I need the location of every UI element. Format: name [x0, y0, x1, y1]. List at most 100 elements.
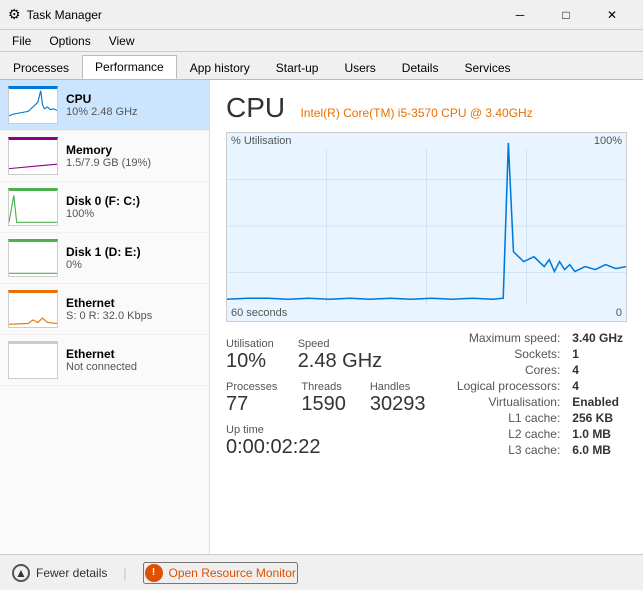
minimize-button[interactable]: ─ — [497, 0, 543, 30]
menu-file[interactable]: File — [4, 32, 39, 50]
processes-label: Processes — [226, 381, 277, 393]
chart-label-time: 60 seconds — [231, 307, 287, 319]
menu-options[interactable]: Options — [41, 32, 98, 50]
sidebar-item-eth1[interactable]: Ethernet S: 0 R: 32.0 Kbps — [0, 284, 209, 335]
menu-bar: File Options View — [0, 30, 643, 52]
footer: ▲ Fewer details | ! Open Resource Monito… — [0, 554, 643, 590]
utilisation-value: 10% — [226, 350, 274, 373]
cpu-chart-svg — [227, 133, 626, 321]
eth1-mini-chart — [8, 290, 58, 328]
stat-speed: Speed 2.48 GHz — [298, 338, 382, 373]
left-stats: Utilisation 10% Speed 2.48 GHz Processes… — [226, 330, 453, 459]
tab-app-history[interactable]: App history — [177, 55, 263, 79]
fewer-details-icon: ▲ — [12, 564, 30, 582]
stats-row-2: Processes 77 Threads 1590 Handles 30293 — [226, 381, 453, 416]
disk1-name: Disk 1 (D: E:) — [66, 245, 201, 259]
uptime-label: Up time — [226, 424, 453, 436]
app-title: Task Manager — [27, 8, 102, 22]
utilisation-label: Utilisation — [226, 338, 274, 350]
stat-row-sockets: Sockets:1 — [453, 346, 627, 362]
disk1-mini-chart — [8, 239, 58, 277]
main-area: CPU 10% 2.48 GHz Memory 1.5/7.9 GB (19%) — [0, 80, 643, 554]
window-controls: ─ □ ✕ — [497, 0, 635, 30]
tab-bar: Processes Performance App history Start-… — [0, 52, 643, 80]
right-stats-table: Maximum speed:3.40 GHz Sockets:1 Cores:4… — [453, 330, 627, 458]
disk1-info: Disk 1 (D: E:) 0% — [66, 245, 201, 271]
disk0-info: Disk 0 (F: C:) 100% — [66, 194, 201, 220]
threads-label: Threads — [301, 381, 346, 393]
stats-row-1: Utilisation 10% Speed 2.48 GHz — [226, 338, 453, 373]
close-button[interactable]: ✕ — [589, 0, 635, 30]
memory-name: Memory — [66, 143, 201, 157]
memory-value: 1.5/7.9 GB (19%) — [66, 157, 201, 169]
eth1-info: Ethernet S: 0 R: 32.0 Kbps — [66, 296, 201, 322]
stat-row-cores: Cores:4 — [453, 362, 627, 378]
stat-row-logical: Logical processors:4 — [453, 378, 627, 394]
stat-row-l2: L2 cache:1.0 MB — [453, 426, 627, 442]
cpu-value: 10% 2.48 GHz — [66, 106, 201, 118]
speed-label: Speed — [298, 338, 382, 350]
stat-row-maxspeed: Maximum speed:3.40 GHz — [453, 330, 627, 346]
app-icon: ⚙ — [8, 6, 21, 23]
open-resource-monitor-label: Open Resource Monitor — [169, 566, 296, 580]
eth1-name: Ethernet — [66, 296, 201, 310]
cpu-chart: % Utilisation 100% 60 seconds 0 — [226, 132, 627, 322]
right-stats: Maximum speed:3.40 GHz Sockets:1 Cores:4… — [453, 330, 627, 458]
stat-uptime: Up time 0:00:02:22 — [226, 424, 453, 459]
tab-performance[interactable]: Performance — [82, 55, 177, 79]
fewer-details-label: Fewer details — [36, 566, 107, 580]
disk0-value: 100% — [66, 208, 201, 220]
footer-divider: | — [123, 566, 126, 580]
resource-monitor-icon: ! — [145, 564, 163, 582]
cpu-info: CPU 10% 2.48 GHz — [66, 92, 201, 118]
tab-services[interactable]: Services — [451, 55, 523, 79]
stat-processes: Processes 77 — [226, 381, 277, 416]
chart-label-zero: 0 — [616, 307, 622, 319]
handles-label: Handles — [370, 381, 426, 393]
stat-handles: Handles 30293 — [370, 381, 426, 416]
sidebar-item-cpu[interactable]: CPU 10% 2.48 GHz — [0, 80, 209, 131]
maximize-button[interactable]: □ — [543, 0, 589, 30]
open-resource-monitor-button[interactable]: ! Open Resource Monitor — [143, 562, 298, 584]
sidebar-item-memory[interactable]: Memory 1.5/7.9 GB (19%) — [0, 131, 209, 182]
tab-startup[interactable]: Start-up — [263, 55, 332, 79]
stat-row-l1: L1 cache:256 KB — [453, 410, 627, 426]
content-title: CPU — [226, 92, 285, 123]
chart-label-100: 100% — [594, 135, 622, 147]
cpu-mini-chart — [8, 86, 58, 124]
stat-row-virt: Virtualisation:Enabled — [453, 394, 627, 410]
chart-label-utilisation: % Utilisation — [231, 135, 292, 147]
tab-details[interactable]: Details — [389, 55, 452, 79]
stat-row-l3: L3 cache:6.0 MB — [453, 442, 627, 458]
eth2-info: Ethernet Not connected — [66, 347, 201, 373]
sidebar-item-disk1[interactable]: Disk 1 (D: E:) 0% — [0, 233, 209, 284]
tab-users[interactable]: Users — [331, 55, 388, 79]
sidebar: CPU 10% 2.48 GHz Memory 1.5/7.9 GB (19%) — [0, 80, 210, 554]
eth2-mini-chart — [8, 341, 58, 379]
content-header: CPU Intel(R) Core(TM) i5-3570 CPU @ 3.40… — [226, 92, 627, 124]
processes-value: 77 — [226, 393, 277, 416]
cpu-name: CPU — [66, 92, 201, 106]
threads-value: 1590 — [301, 393, 346, 416]
stat-utilisation: Utilisation 10% — [226, 338, 274, 373]
uptime-value: 0:00:02:22 — [226, 436, 453, 459]
speed-value: 2.48 GHz — [298, 350, 382, 373]
eth2-value: Not connected — [66, 361, 201, 373]
menu-view[interactable]: View — [101, 32, 143, 50]
content-subtitle: Intel(R) Core(TM) i5-3570 CPU @ 3.40GHz — [300, 106, 532, 120]
memory-info: Memory 1.5/7.9 GB (19%) — [66, 143, 201, 169]
disk1-value: 0% — [66, 259, 201, 271]
sidebar-item-eth2[interactable]: Ethernet Not connected — [0, 335, 209, 386]
content-area: CPU Intel(R) Core(TM) i5-3570 CPU @ 3.40… — [210, 80, 643, 554]
sidebar-item-disk0[interactable]: Disk 0 (F: C:) 100% — [0, 182, 209, 233]
stat-threads: Threads 1590 — [301, 381, 346, 416]
fewer-details-button[interactable]: ▲ Fewer details — [12, 564, 107, 582]
eth2-name: Ethernet — [66, 347, 201, 361]
disk0-mini-chart — [8, 188, 58, 226]
title-bar: ⚙ Task Manager ─ □ ✕ — [0, 0, 643, 30]
handles-value: 30293 — [370, 393, 426, 416]
memory-mini-chart — [8, 137, 58, 175]
tab-processes[interactable]: Processes — [0, 55, 82, 79]
disk0-name: Disk 0 (F: C:) — [66, 194, 201, 208]
eth1-value: S: 0 R: 32.0 Kbps — [66, 310, 201, 322]
